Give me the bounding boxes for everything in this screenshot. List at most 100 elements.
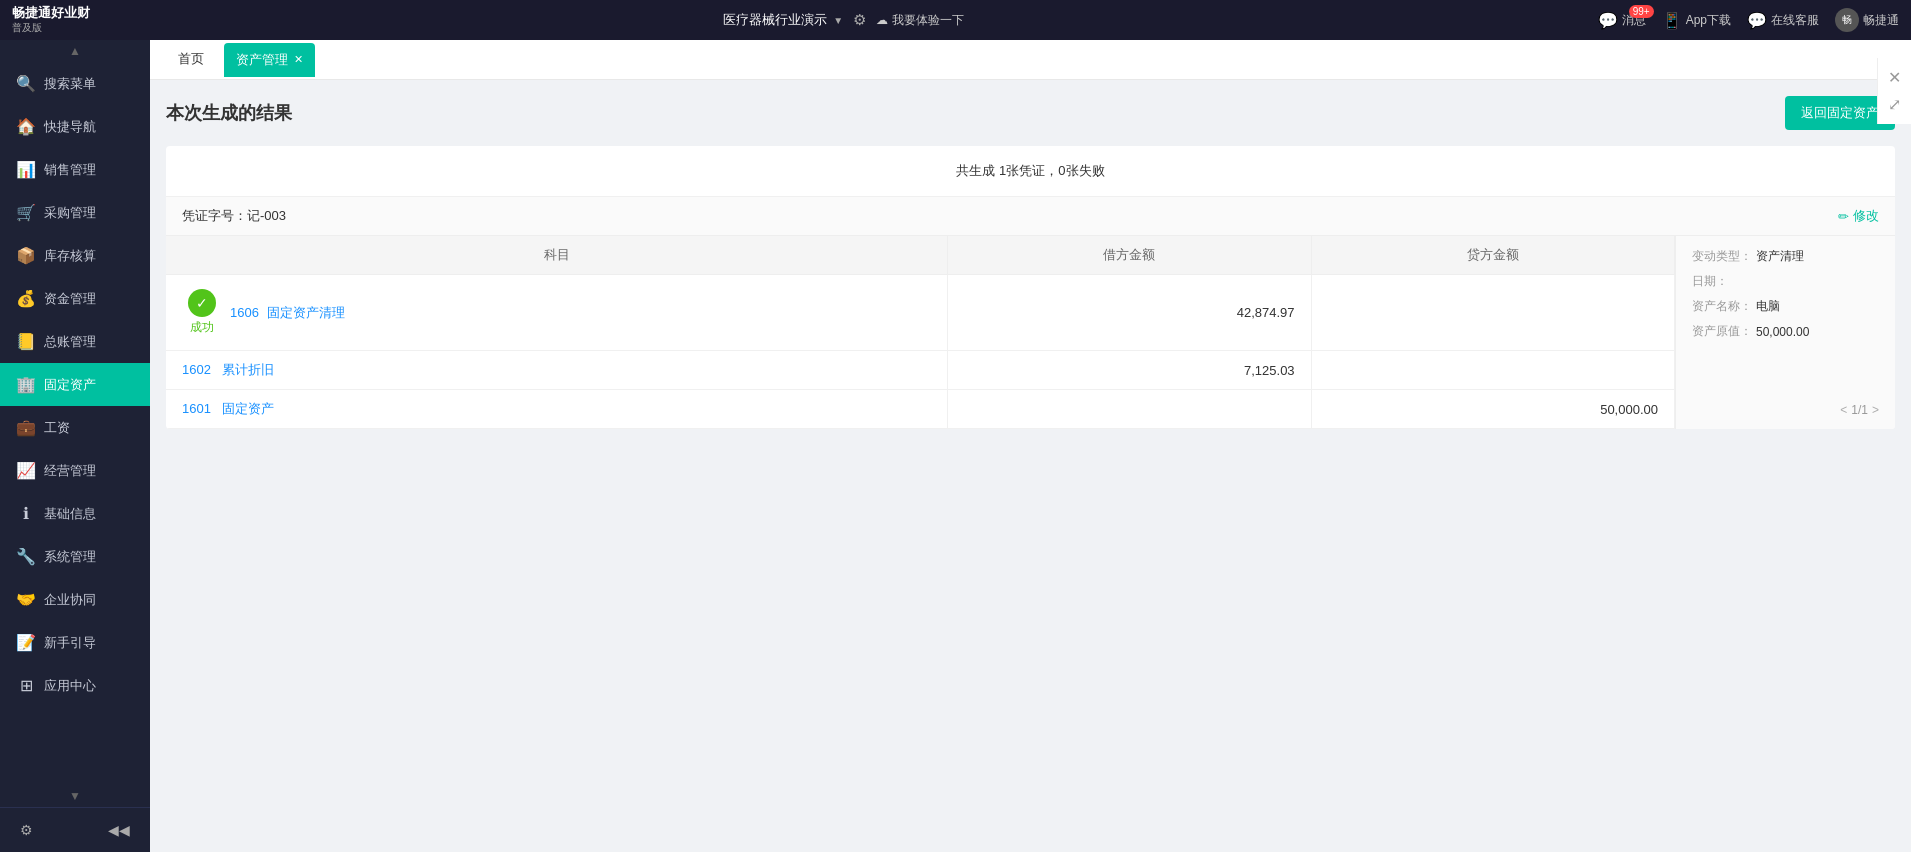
fixed-assets-icon: 🏢 <box>16 375 36 394</box>
page-info: 1/1 <box>1851 403 1868 417</box>
side-info-panel: 变动类型： 资产清理 日期： 资产名称： 电脑 资产原值： <box>1675 236 1895 429</box>
row2-subject[interactable]: 1602 累计折旧 <box>166 351 948 390</box>
sidebar-item-purchase[interactable]: 🛒 采购管理 <box>0 191 150 234</box>
sidebar-item-basic-info[interactable]: ℹ 基础信息 <box>0 492 150 535</box>
sidebar-item-label: 应用中心 <box>44 677 96 695</box>
tab-asset-mgmt-close[interactable]: ✕ <box>294 54 303 65</box>
col-header-credit: 贷方金额 <box>1311 236 1674 275</box>
message-badge: 99+ <box>1629 5 1654 18</box>
next-page-button[interactable]: > <box>1872 403 1879 417</box>
page-header: 本次生成的结果 返回固定资产 <box>166 96 1895 130</box>
original-value-label: 资产原值： <box>1692 323 1752 340</box>
basic-info-icon: ℹ <box>16 504 36 523</box>
result-summary: 共生成 1张凭证，0张失败 <box>166 146 1895 197</box>
sidebar-scroll-down[interactable]: ▼ <box>0 785 150 807</box>
sidebar-bottom: ⚙ ◀◀ <box>0 807 150 852</box>
logo-text: 畅捷通好业财 <box>12 5 90 21</box>
original-value-row: 资产原值： 50,000.00 <box>1692 323 1879 340</box>
header-center: 医疗器械行业演示 ▼ ⚙ ☁ 我要体验一下 <box>723 7 964 33</box>
ledger-icon: 📒 <box>16 332 36 351</box>
sidebar-item-operations[interactable]: 📈 经营管理 <box>0 449 150 492</box>
row3-debit <box>948 390 1311 429</box>
sidebar-item-system[interactable]: 🔧 系统管理 <box>0 535 150 578</box>
voucher-header: 凭证字号：记-003 ✏ 修改 <box>166 197 1895 236</box>
home-icon: 🏠 <box>16 117 36 136</box>
row1-debit: 42,874.97 <box>948 275 1311 351</box>
page-content: 本次生成的结果 返回固定资产 共生成 1张凭证，0张失败 凭证字号：记-003 … <box>150 80 1911 852</box>
top-header: 畅捷通好业财 普及版 医疗器械行业演示 ▼ ⚙ ☁ 我要体验一下 💬 消息 99… <box>0 0 1911 40</box>
tab-asset-mgmt-label: 资产管理 <box>236 51 288 69</box>
sidebar-item-guide[interactable]: 📝 新手引导 <box>0 621 150 664</box>
expand-panel-button[interactable]: ⤢ <box>1886 93 1903 116</box>
row3-subject-name: 固定资产 <box>222 401 274 416</box>
sidebar-collapse-button[interactable]: ◀◀ <box>104 818 134 842</box>
payroll-icon: 💼 <box>16 418 36 437</box>
row3-subject-code: 1601 <box>182 401 211 416</box>
sidebar-item-label: 新手引导 <box>44 634 96 652</box>
row3-subject[interactable]: 1601 固定资产 <box>166 390 948 429</box>
sidebar-item-fund[interactable]: 💰 资金管理 <box>0 277 150 320</box>
change-type-label: 变动类型： <box>1692 248 1752 265</box>
sidebar-item-fixed-assets[interactable]: 🏢 固定资产 <box>0 363 150 406</box>
sidebar-item-label: 经营管理 <box>44 462 96 480</box>
prev-page-button[interactable]: < <box>1840 403 1847 417</box>
experience-button[interactable]: ☁ 我要体验一下 <box>876 12 964 29</box>
col-header-debit: 借方金额 <box>948 236 1311 275</box>
sidebar-item-ledger[interactable]: 📒 总账管理 <box>0 320 150 363</box>
scroll-down-icon[interactable]: ▼ <box>69 789 81 803</box>
logo-area: 畅捷通好业财 普及版 <box>12 5 90 35</box>
sidebar-item-collab[interactable]: 🤝 企业协同 <box>0 578 150 621</box>
tab-asset-mgmt[interactable]: 资产管理 ✕ <box>224 43 315 77</box>
sidebar-item-payroll[interactable]: 💼 工资 <box>0 406 150 449</box>
date-row: 日期： <box>1692 273 1879 290</box>
sidebar-item-quick-nav[interactable]: 🏠 快捷导航 <box>0 105 150 148</box>
voucher-table-wrap: 科目 借方金额 贷方金额 <box>166 236 1675 429</box>
edit-button[interactable]: ✏ 修改 <box>1838 207 1879 225</box>
message-action[interactable]: 💬 消息 99+ <box>1598 11 1646 30</box>
collab-icon: 🤝 <box>16 590 36 609</box>
voucher-no: 凭证字号：记-003 <box>182 207 286 225</box>
operations-icon: 📈 <box>16 461 36 480</box>
sidebar-settings-button[interactable]: ⚙ <box>16 818 37 842</box>
sidebar-item-label: 资金管理 <box>44 290 96 308</box>
company-dropdown-icon[interactable]: ▼ <box>833 15 843 26</box>
avatar: 畅 <box>1835 8 1859 32</box>
success-icon: ✓ <box>188 289 216 317</box>
row1-subject-code: 1606 <box>230 305 259 320</box>
close-panel-button[interactable]: ✕ <box>1886 66 1903 89</box>
scroll-up-icon[interactable]: ▲ <box>69 44 81 58</box>
tab-bar: 首页 资产管理 ✕ <box>150 40 1911 80</box>
asset-name-value: 电脑 <box>1756 298 1780 315</box>
success-label: 成功 <box>190 319 214 336</box>
table-row: ✓ 成功 1606 固定资产清理 42,874.97 <box>166 275 1675 351</box>
sidebar-item-label: 固定资产 <box>44 376 96 394</box>
sidebar-scroll-up[interactable]: ▲ <box>0 40 150 62</box>
sidebar-item-label: 工资 <box>44 419 70 437</box>
voucher-table: 科目 借方金额 贷方金额 <box>166 236 1675 429</box>
sidebar-item-app-center[interactable]: ⊞ 应用中心 <box>0 664 150 707</box>
row1-subject[interactable]: ✓ 成功 1606 固定资产清理 <box>166 275 948 351</box>
sales-icon: 📊 <box>16 160 36 179</box>
user-info[interactable]: 畅 畅捷通 <box>1835 8 1899 32</box>
change-type-row: 变动类型： 资产清理 <box>1692 248 1879 265</box>
edit-label: 修改 <box>1853 207 1879 225</box>
row2-subject-name: 累计折旧 <box>222 362 274 377</box>
inventory-icon: 📦 <box>16 246 36 265</box>
company-name[interactable]: 医疗器械行业演示 <box>723 11 827 29</box>
table-row: 1601 固定资产 50,000.00 <box>166 390 1675 429</box>
sidebar: ▲ 🔍 搜索菜单 🏠 快捷导航 📊 销售管理 🛒 采购管理 📦 库存核算 <box>0 40 150 852</box>
row2-subject-code: 1602 <box>182 362 211 377</box>
header-settings-button[interactable]: ⚙ <box>849 7 870 33</box>
user-name: 畅捷通 <box>1863 12 1899 29</box>
row2-debit: 7,125.03 <box>948 351 1311 390</box>
row1-credit <box>1311 275 1674 351</box>
sidebar-item-label: 总账管理 <box>44 333 96 351</box>
app-download-action[interactable]: 📱 App下载 <box>1662 11 1731 30</box>
logo-sub: 普及版 <box>12 21 90 35</box>
sidebar-item-sales[interactable]: 📊 销售管理 <box>0 148 150 191</box>
sidebar-item-search[interactable]: 🔍 搜索菜单 <box>0 62 150 105</box>
voucher-body: 科目 借方金额 贷方金额 <box>166 236 1895 429</box>
tab-home[interactable]: 首页 <box>166 42 216 78</box>
online-service-action[interactable]: 💬 在线客服 <box>1747 11 1819 30</box>
sidebar-item-inventory[interactable]: 📦 库存核算 <box>0 234 150 277</box>
